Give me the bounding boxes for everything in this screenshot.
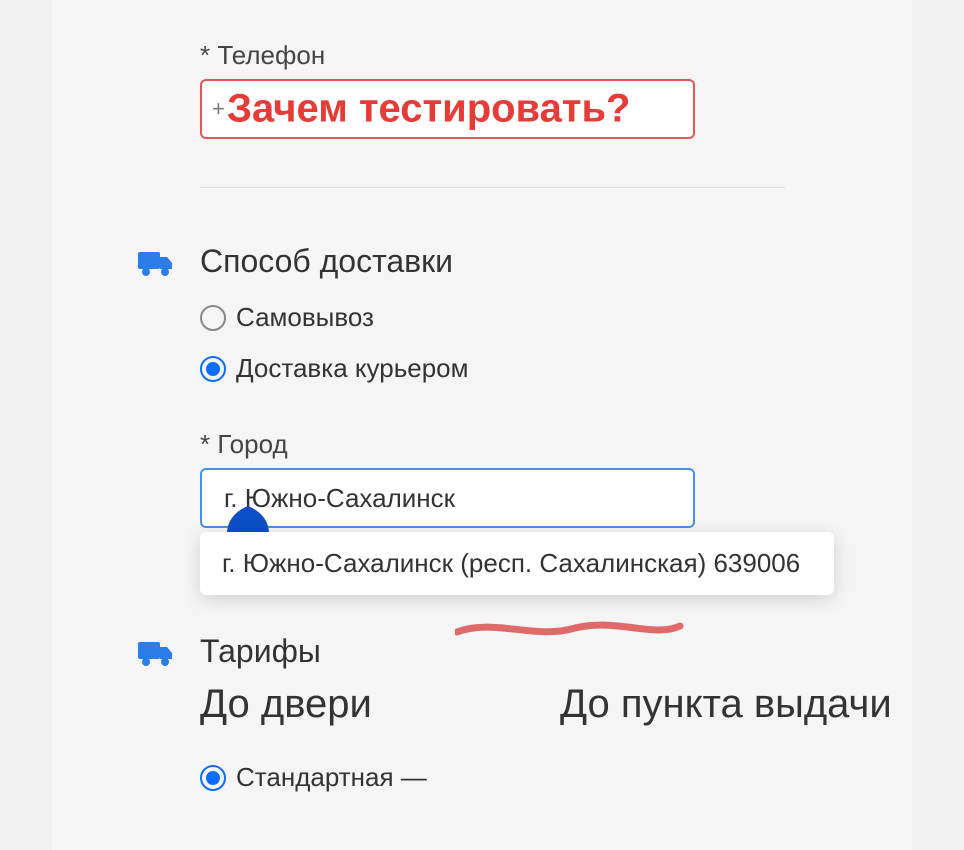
radio-label: Самовывоз xyxy=(236,302,374,333)
tariff-heading-pickup: До пункта выдачи xyxy=(560,682,892,727)
radio-courier[interactable]: Доставка курьером xyxy=(200,353,695,384)
city-suggestion[interactable]: г. Южно-Сахалинск (респ. Сахалинская) 63… xyxy=(222,548,812,579)
divider xyxy=(200,187,785,188)
annotation-text: Зачем тестировать? xyxy=(227,87,630,132)
radio-standard[interactable]: Стандартная — xyxy=(200,762,460,793)
radio-label: Доставка курьером xyxy=(236,353,469,384)
delivery-title: Способ доставки xyxy=(200,243,695,280)
city-input[interactable] xyxy=(200,468,695,528)
phone-label: * Телефон xyxy=(200,0,912,71)
radio-icon xyxy=(200,765,226,791)
city-dropdown: г. Южно-Сахалинск (респ. Сахалинская) 63… xyxy=(200,532,834,595)
tariffs-title: Тарифы xyxy=(200,633,892,670)
radio-pickup[interactable]: Самовывоз xyxy=(200,302,695,333)
tariff-heading-door: До двери xyxy=(200,682,460,727)
radio-icon xyxy=(200,356,226,382)
phone-input[interactable]: + Зачем тестировать? xyxy=(200,79,695,139)
radio-icon xyxy=(200,305,226,331)
truck-icon xyxy=(138,249,174,279)
city-label: * Город xyxy=(200,429,695,460)
phone-prefix: + xyxy=(212,96,225,122)
tariff-option-label: Стандартная — xyxy=(236,762,427,793)
truck-icon xyxy=(138,639,174,669)
